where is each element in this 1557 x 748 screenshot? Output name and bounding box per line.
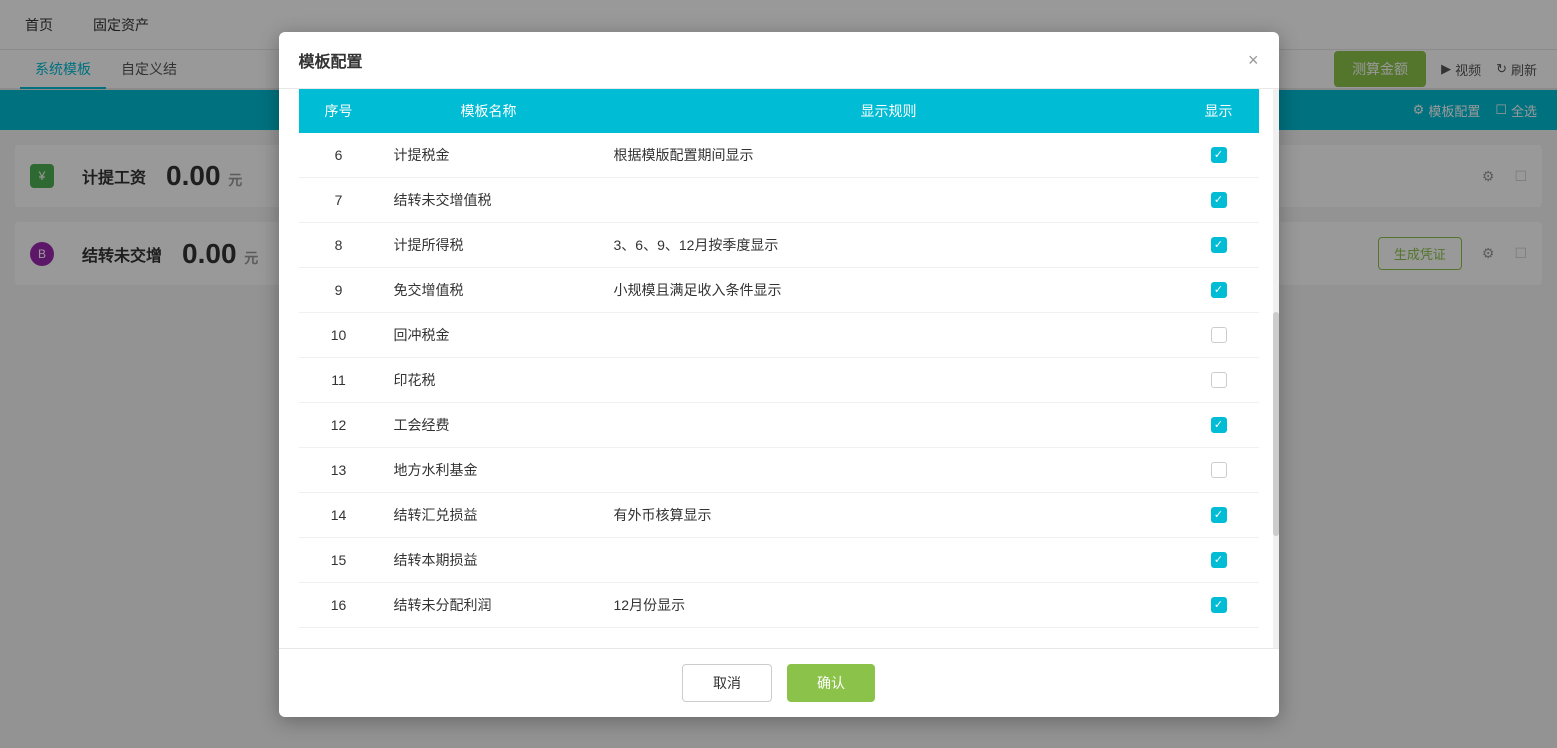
checkbox-15[interactable]: ✓ xyxy=(1211,552,1227,568)
cell-name-7: 结转未交增值税 xyxy=(379,177,599,222)
cell-rule-8: 3、6、9、12月按季度显示 xyxy=(599,222,1179,267)
table-row: 15结转本期损益 ✓ xyxy=(299,537,1259,582)
cell-check-13[interactable] xyxy=(1179,447,1259,492)
cell-id-9: 9 xyxy=(299,267,379,312)
scrollbar-track xyxy=(1273,89,1279,648)
cell-name-11: 印花税 xyxy=(379,357,599,402)
table-row: 16结转未分配利润12月份显示 ✓ xyxy=(299,582,1259,627)
cell-rule-9: 小规模且满足收入条件显示 xyxy=(599,267,1179,312)
table-row: 8计提所得税3、6、9、12月按季度显示 ✓ xyxy=(299,222,1259,267)
checkbox-11[interactable] xyxy=(1211,372,1227,388)
scrollbar-thumb[interactable] xyxy=(1273,312,1279,536)
cell-id-6: 6 xyxy=(299,133,379,178)
cancel-button[interactable]: 取消 xyxy=(682,664,772,702)
confirm-button[interactable]: 确认 xyxy=(787,664,875,702)
checkbox-13[interactable] xyxy=(1211,462,1227,478)
modal-body: 序号 模板名称 显示规则 显示 6计提税金根据模版配置期间显示✓7结转未交增值税… xyxy=(279,89,1279,648)
table-row: 13地方水利基金 xyxy=(299,447,1259,492)
cell-check-7[interactable]: ✓ xyxy=(1179,177,1259,222)
cell-check-15[interactable]: ✓ xyxy=(1179,537,1259,582)
modal-footer: 取消 确认 xyxy=(279,648,1279,717)
cell-check-14[interactable]: ✓ xyxy=(1179,492,1259,537)
table-row: 10回冲税金 xyxy=(299,312,1259,357)
cell-id-12: 12 xyxy=(299,402,379,447)
cell-id-8: 8 xyxy=(299,222,379,267)
cell-check-8[interactable]: ✓ xyxy=(1179,222,1259,267)
cell-rule-7 xyxy=(599,177,1179,222)
checkbox-7[interactable]: ✓ xyxy=(1211,192,1227,208)
cell-name-15: 结转本期损益 xyxy=(379,537,599,582)
cell-rule-13 xyxy=(599,447,1179,492)
cell-rule-14: 有外币核算显示 xyxy=(599,492,1179,537)
table-row: 6计提税金根据模版配置期间显示 ✓ xyxy=(299,133,1259,178)
cell-check-9[interactable]: ✓ xyxy=(1179,267,1259,312)
cell-name-10: 回冲税金 xyxy=(379,312,599,357)
cell-check-11[interactable] xyxy=(1179,357,1259,402)
modal-header: 模板配置 × xyxy=(279,32,1279,89)
cell-name-12: 工会经费 xyxy=(379,402,599,447)
cell-check-16[interactable]: ✓ xyxy=(1179,582,1259,627)
table-row: 14结转汇兑损益有外币核算显示 ✓ xyxy=(299,492,1259,537)
cell-rule-10 xyxy=(599,312,1179,357)
col-header-name: 模板名称 xyxy=(379,89,599,133)
table-header-row: 序号 模板名称 显示规则 显示 xyxy=(299,89,1259,133)
template-config-modal: 模板配置 × 序号 模板名称 显示规则 显示 6计提税金根据模版配置期间显示✓7… xyxy=(279,32,1279,717)
checkbox-12[interactable]: ✓ xyxy=(1211,417,1227,433)
cell-check-6[interactable]: ✓ xyxy=(1179,133,1259,178)
modal-close-button[interactable]: × xyxy=(1248,51,1259,69)
col-header-rule: 显示规则 xyxy=(599,89,1179,133)
cell-name-9: 免交增值税 xyxy=(379,267,599,312)
checkbox-16[interactable]: ✓ xyxy=(1211,597,1227,613)
modal-title: 模板配置 xyxy=(299,48,363,72)
checkbox-9[interactable]: ✓ xyxy=(1211,282,1227,298)
cell-rule-16: 12月份显示 xyxy=(599,582,1179,627)
cell-rule-15 xyxy=(599,537,1179,582)
cell-id-13: 13 xyxy=(299,447,379,492)
table-row: 7结转未交增值税 ✓ xyxy=(299,177,1259,222)
cell-id-10: 10 xyxy=(299,312,379,357)
checkbox-6[interactable]: ✓ xyxy=(1211,147,1227,163)
cell-check-12[interactable]: ✓ xyxy=(1179,402,1259,447)
cell-rule-11 xyxy=(599,357,1179,402)
table-row: 12工会经费 ✓ xyxy=(299,402,1259,447)
cell-id-11: 11 xyxy=(299,357,379,402)
cell-id-7: 7 xyxy=(299,177,379,222)
cell-id-14: 14 xyxy=(299,492,379,537)
cell-id-15: 15 xyxy=(299,537,379,582)
cell-rule-6: 根据模版配置期间显示 xyxy=(599,133,1179,178)
checkbox-10[interactable] xyxy=(1211,327,1227,343)
col-header-id: 序号 xyxy=(299,89,379,133)
modal-overlay: 模板配置 × 序号 模板名称 显示规则 显示 6计提税金根据模版配置期间显示✓7… xyxy=(0,0,1557,748)
checkbox-14[interactable]: ✓ xyxy=(1211,507,1227,523)
cell-name-16: 结转未分配利润 xyxy=(379,582,599,627)
table-row: 9免交增值税小规模且满足收入条件显示 ✓ xyxy=(299,267,1259,312)
config-table: 序号 模板名称 显示规则 显示 6计提税金根据模版配置期间显示✓7结转未交增值税… xyxy=(299,89,1259,628)
checkbox-8[interactable]: ✓ xyxy=(1211,237,1227,253)
cell-check-10[interactable] xyxy=(1179,312,1259,357)
table-row: 11印花税 xyxy=(299,357,1259,402)
col-header-display: 显示 xyxy=(1179,89,1259,133)
cell-name-8: 计提所得税 xyxy=(379,222,599,267)
cell-rule-12 xyxy=(599,402,1179,447)
cell-name-13: 地方水利基金 xyxy=(379,447,599,492)
cell-name-14: 结转汇兑损益 xyxy=(379,492,599,537)
cell-name-6: 计提税金 xyxy=(379,133,599,178)
cell-id-16: 16 xyxy=(299,582,379,627)
